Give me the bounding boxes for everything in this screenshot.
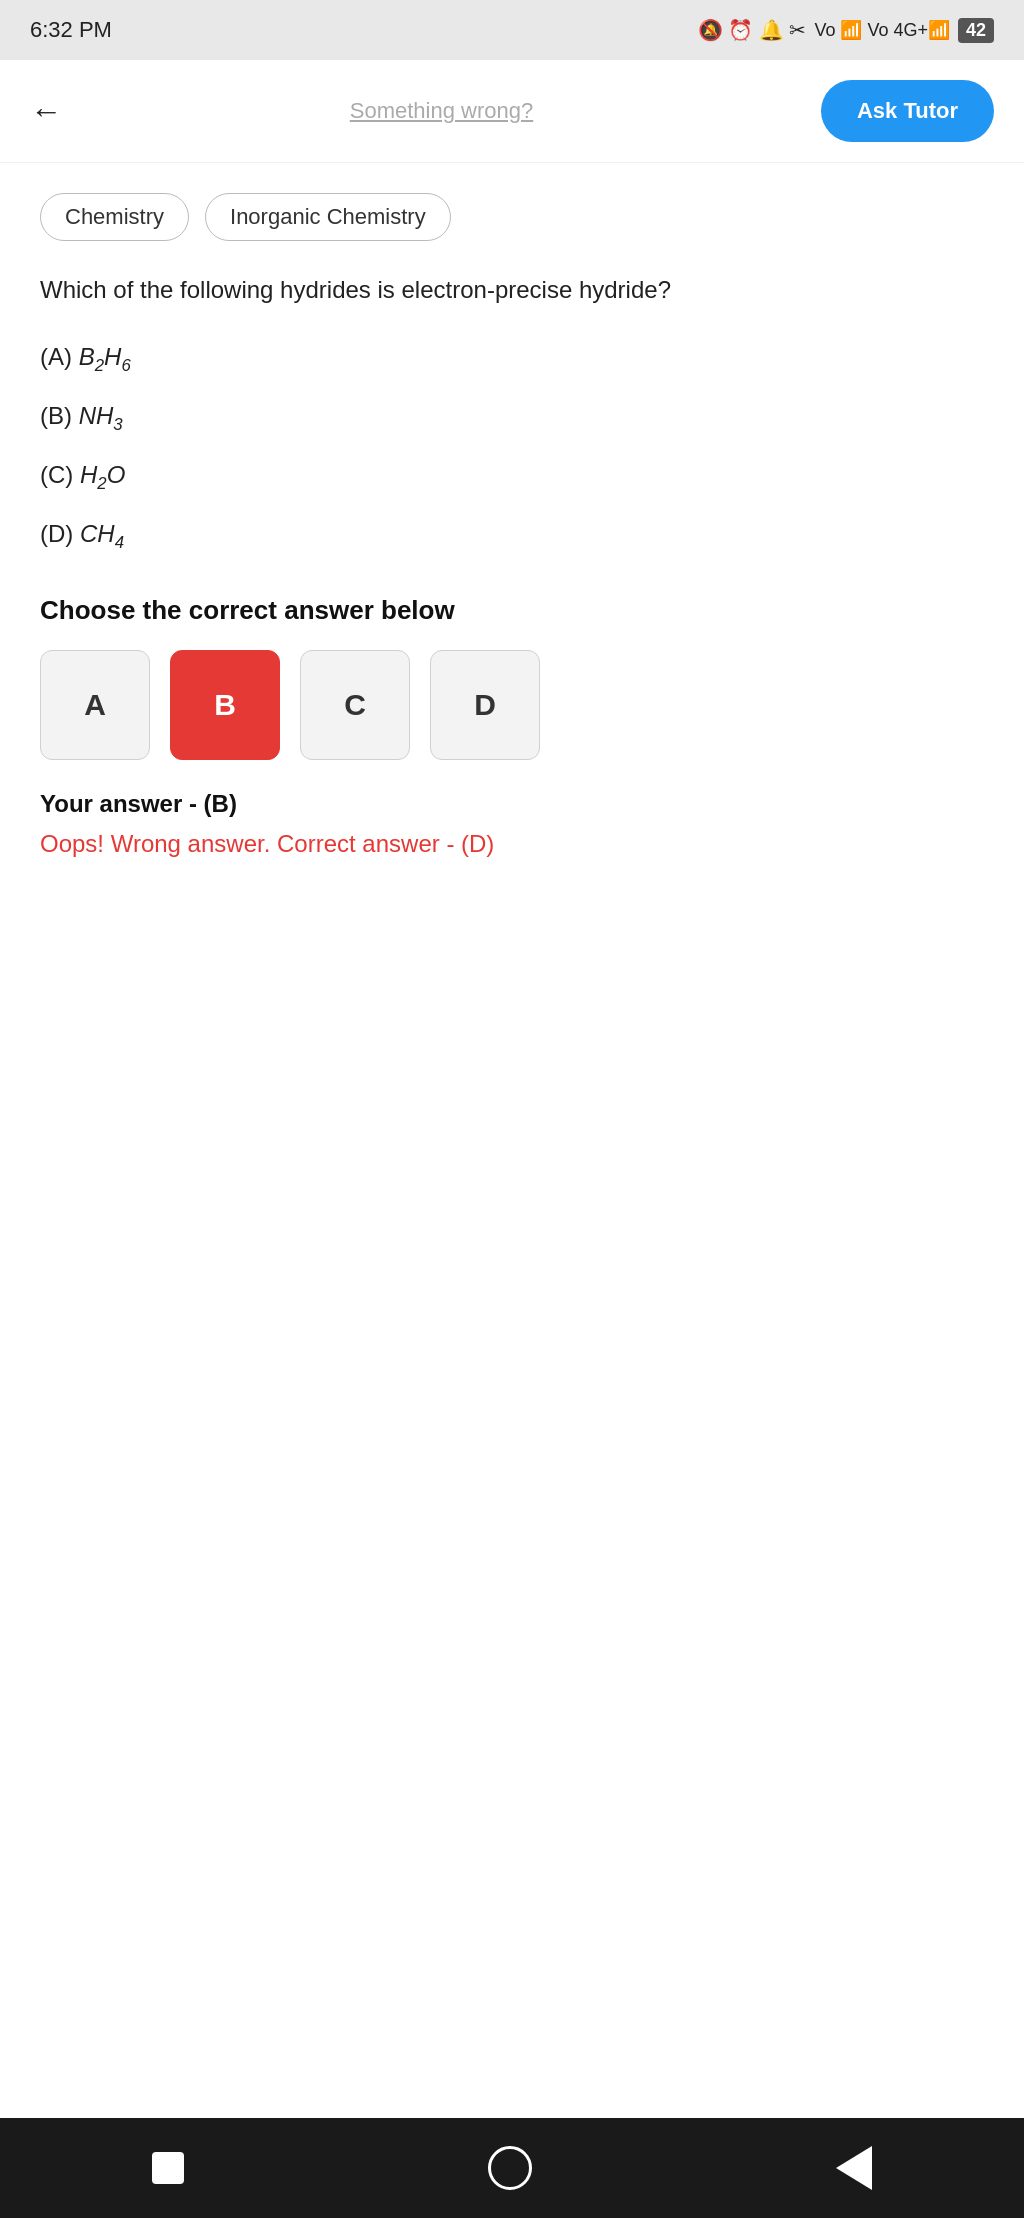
status-time: 6:32 PM bbox=[30, 17, 112, 43]
options-list: (A) B2H6 (B) NH3 (C) H2O (D) CH4 bbox=[40, 339, 984, 555]
option-b[interactable]: (B) NH3 bbox=[40, 398, 984, 437]
main-content: Chemistry Inorganic Chemistry Which of t… bbox=[0, 163, 1024, 2118]
tag-inorganic-chemistry: Inorganic Chemistry bbox=[205, 193, 451, 241]
lte-icon: Vo 📶 Vo 4G+📶 bbox=[814, 19, 950, 41]
nav-circle-button[interactable] bbox=[488, 2146, 532, 2190]
battery-indicator: 42 bbox=[958, 18, 994, 43]
nav-back-button[interactable] bbox=[836, 2146, 872, 2190]
back-button[interactable]: ← bbox=[30, 95, 62, 127]
bottom-nav bbox=[0, 2118, 1024, 2218]
status-bar: 6:32 PM 🔕 ⏰ 🔔 ✂ Vo 📶 Vo 4G+📶 42 bbox=[0, 0, 1024, 60]
choose-title: Choose the correct answer below bbox=[40, 595, 984, 626]
answer-buttons: A B C D bbox=[40, 650, 984, 760]
status-icons: 🔕 ⏰ 🔔 ✂ Vo 📶 Vo 4G+📶 42 bbox=[698, 18, 994, 43]
your-answer-text: Your answer - (B) bbox=[40, 790, 984, 818]
question-text: Which of the following hydrides is elect… bbox=[40, 271, 984, 309]
ask-tutor-button[interactable]: Ask Tutor bbox=[821, 80, 994, 142]
feedback-text: Oops! Wrong answer. Correct answer - (D) bbox=[40, 830, 984, 858]
tags-row: Chemistry Inorganic Chemistry bbox=[40, 193, 984, 241]
option-d[interactable]: (D) CH4 bbox=[40, 516, 984, 555]
answer-btn-c[interactable]: C bbox=[300, 650, 410, 760]
choose-section: Choose the correct answer below A B C D bbox=[40, 595, 984, 760]
answer-btn-d[interactable]: D bbox=[430, 650, 540, 760]
something-wrong-button[interactable]: Something wrong? bbox=[350, 98, 533, 124]
tag-chemistry: Chemistry bbox=[40, 193, 189, 241]
option-a[interactable]: (A) B2H6 bbox=[40, 339, 984, 378]
top-nav: ← Something wrong? Ask Tutor bbox=[0, 60, 1024, 163]
option-c[interactable]: (C) H2O bbox=[40, 457, 984, 496]
answer-btn-a[interactable]: A bbox=[40, 650, 150, 760]
nav-square-button[interactable] bbox=[152, 2152, 184, 2184]
network-icons: 🔕 ⏰ 🔔 ✂ bbox=[698, 18, 807, 42]
answer-btn-b[interactable]: B bbox=[170, 650, 280, 760]
result-section: Your answer - (B) Oops! Wrong answer. Co… bbox=[40, 790, 984, 858]
